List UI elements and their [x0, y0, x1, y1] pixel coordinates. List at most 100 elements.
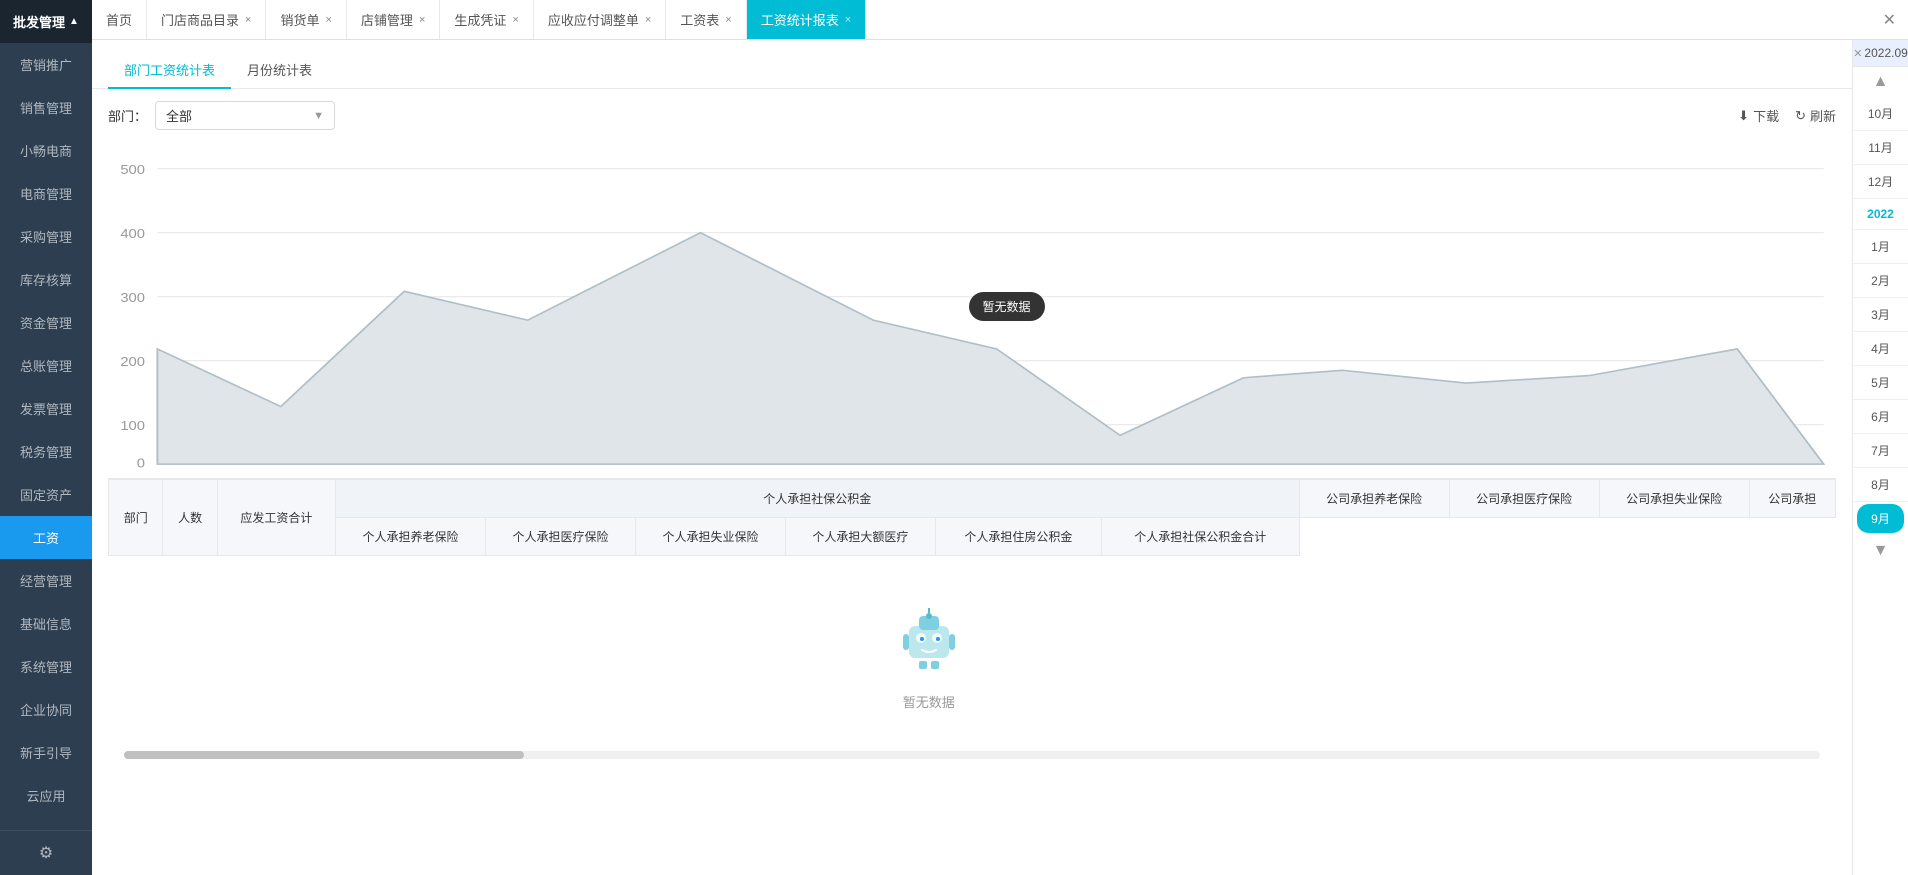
date-item-10[interactable]: 7月 [1853, 434, 1908, 468]
col-total-salary: 应发工资合计 [217, 480, 335, 556]
tab-dept-stats[interactable]: 部门工资统计表 [108, 52, 231, 89]
tab-close-sales-order[interactable]: × [325, 14, 331, 26]
empty-state-row: 暂无数据 [109, 556, 1836, 752]
date-panel-title: 2022.09 [1864, 46, 1907, 60]
sidebar: 批发管理 ▲ 营销推广销售管理小畅电商电商管理采购管理库存核算资金管理总账管理发… [0, 0, 92, 875]
tab-sales-order[interactable]: 销货单× [266, 0, 346, 39]
date-item-7[interactable]: 4月 [1853, 332, 1908, 366]
page-content: 部门工资统计表 月份统计表 部门： 全部 ▼ ⬇ [92, 40, 1852, 875]
sidebar-item-collab[interactable]: 企业协同 [0, 688, 92, 731]
sidebar-item-basic[interactable]: 基础信息 [0, 602, 92, 645]
close-all-tabs-button[interactable]: ✕ [1871, 10, 1908, 30]
tab-label-home: 首页 [106, 10, 132, 29]
sidebar-item-sales[interactable]: 销售管理 [0, 86, 92, 129]
tab-label-payroll-report: 工资统计报表 [761, 10, 839, 29]
tab-close-payroll[interactable]: × [725, 14, 731, 26]
date-item-11[interactable]: 8月 [1853, 468, 1908, 502]
chart-area: 500 400 300 200 100 0 [92, 142, 1852, 875]
col-company-old: 公司承担养老保险 [1299, 480, 1449, 518]
tab-home[interactable]: 首页 [92, 0, 147, 39]
sidebar-item-invoice[interactable]: 发票管理 [0, 387, 92, 430]
sidebar-item-tax[interactable]: 税务管理 [0, 430, 92, 473]
refresh-button[interactable]: ↻ 刷新 [1795, 106, 1836, 125]
sidebar-item-cloud[interactable]: 云应用 [0, 774, 92, 817]
tab-production-cert[interactable]: 生成凭证× [440, 0, 533, 39]
tab-product-catalog[interactable]: 门店商品目录 × [147, 0, 266, 39]
sidebar-title: 批发管理 [13, 12, 65, 31]
tab-close-ar-adjustment[interactable]: × [645, 14, 651, 26]
app-container: 批发管理 ▲ 营销推广销售管理小畅电商电商管理采购管理库存核算资金管理总账管理发… [0, 0, 1908, 875]
col-group-personal-insurance: 个人承担社保公积金 [335, 480, 1299, 518]
sub-tabs: 部门工资统计表 月份统计表 [92, 40, 1852, 89]
tab-label-product-catalog: 门店商品目录 [161, 10, 239, 29]
sidebar-footer: ⚙ [0, 830, 92, 875]
tab-monthly-stats[interactable]: 月份统计表 [231, 52, 328, 89]
sidebar-item-guide[interactable]: 新手引导 [0, 731, 92, 774]
tab-payroll[interactable]: 工资表 × [666, 0, 746, 39]
tab-ar-adjustment[interactable]: 应收应付调整单× [534, 0, 666, 39]
col-company-medical: 公司承担医疗保险 [1449, 480, 1599, 518]
date-items: 10月11月12月20221月2月3月4月5月6月7月8月9月 [1853, 97, 1908, 536]
sidebar-item-ledger[interactable]: 总账管理 [0, 344, 92, 387]
dept-label: 部门： [108, 106, 147, 125]
tab-close-production-cert[interactable]: × [512, 14, 518, 26]
date-item-3[interactable]: 2022 [1853, 199, 1908, 230]
tab-close-payroll-report[interactable]: × [845, 14, 851, 26]
sidebar-item-purchase[interactable]: 采购管理 [0, 215, 92, 258]
date-item-2[interactable]: 12月 [1853, 165, 1908, 199]
sidebar-item-system[interactable]: 系统管理 [0, 645, 92, 688]
date-item-5[interactable]: 2月 [1853, 264, 1908, 298]
sidebar-item-ecommerce[interactable]: 电商管理 [0, 172, 92, 215]
tab-close-store-management[interactable]: × [419, 14, 425, 26]
toolbar-left: 部门： 全部 ▼ [108, 101, 335, 130]
date-item-4[interactable]: 1月 [1853, 230, 1908, 264]
tab-store-management[interactable]: 店铺管理× [347, 0, 440, 39]
download-icon: ⬇ [1738, 108, 1749, 124]
date-item-8[interactable]: 5月 [1853, 366, 1908, 400]
sidebar-item-operations[interactable]: 经营管理 [0, 559, 92, 602]
date-item-6[interactable]: 3月 [1853, 298, 1908, 332]
sidebar-item-finance[interactable]: 资金管理 [0, 301, 92, 344]
col-personal-total: 个人承担社保公积金合计 [1101, 518, 1299, 556]
date-item-12[interactable]: 9月 [1857, 504, 1904, 534]
settings-icon[interactable]: ⚙ [0, 831, 92, 875]
tab-payroll-report[interactable]: 工资统计报表 × [747, 0, 866, 39]
col-company-more: 公司承担 [1749, 480, 1835, 518]
table-container[interactable]: 部门 人数 应发工资合计 个人承担社保公积金 公司承担养老保险 公司承担医疗保险… [108, 478, 1836, 751]
sidebar-item-ecommerce-small[interactable]: 小畅电商 [0, 129, 92, 172]
toolbar-right: ⬇ 下载 ↻ 刷新 [1738, 106, 1836, 125]
sidebar-item-inventory[interactable]: 库存核算 [0, 258, 92, 301]
col-personal-housing: 个人承担住房公积金 [935, 518, 1101, 556]
empty-text: 暂无数据 [903, 692, 955, 711]
svg-text:200: 200 [120, 354, 145, 369]
date-item-9[interactable]: 6月 [1853, 400, 1908, 434]
date-panel-header[interactable]: ✕ 2022.09 [1853, 40, 1908, 67]
sidebar-arrow-icon: ▲ [69, 16, 79, 27]
date-nav-down[interactable]: ▼ [1853, 536, 1908, 566]
table-header-row-detail: 个人承担养老保险 个人承担医疗保险 个人承担失业保险 个人承担大额医疗 个人承担… [109, 518, 1836, 556]
empty-state-icon [889, 596, 969, 676]
download-button[interactable]: ⬇ 下载 [1738, 106, 1779, 125]
date-item-0[interactable]: 10月 [1853, 97, 1908, 131]
refresh-icon: ↻ [1795, 108, 1806, 124]
svg-text:400: 400 [120, 226, 145, 241]
table-scrollbar[interactable] [124, 751, 1820, 759]
sidebar-item-salary[interactable]: 工资 [0, 516, 92, 559]
chevron-down-icon: ▼ [313, 110, 324, 122]
sidebar-header[interactable]: 批发管理 ▲ [0, 0, 92, 43]
sidebar-nav: 营销推广销售管理小畅电商电商管理采购管理库存核算资金管理总账管理发票管理税务管理… [0, 43, 92, 817]
download-label: 下载 [1753, 106, 1779, 125]
tab-close-product-catalog[interactable]: × [245, 14, 251, 26]
tab-label-payroll: 工资表 [680, 10, 719, 29]
date-item-1[interactable]: 11月 [1853, 131, 1908, 165]
scrollbar-thumb [124, 751, 524, 759]
col-company-unemployment: 公司承担失业保险 [1599, 480, 1749, 518]
sidebar-item-assets[interactable]: 固定资产 [0, 473, 92, 516]
dept-select[interactable]: 全部 ▼ [155, 101, 335, 130]
content-area: 部门工资统计表 月份统计表 部门： 全部 ▼ ⬇ [92, 40, 1908, 875]
col-personal-medical: 个人承担医疗保险 [485, 518, 635, 556]
date-panel: ✕ 2022.09 ▲ 10月11月12月20221月2月3月4月5月6月7月8… [1852, 40, 1908, 875]
date-nav-up[interactable]: ▲ [1853, 67, 1908, 97]
refresh-label: 刷新 [1810, 106, 1836, 125]
sidebar-item-marketing[interactable]: 营销推广 [0, 43, 92, 86]
